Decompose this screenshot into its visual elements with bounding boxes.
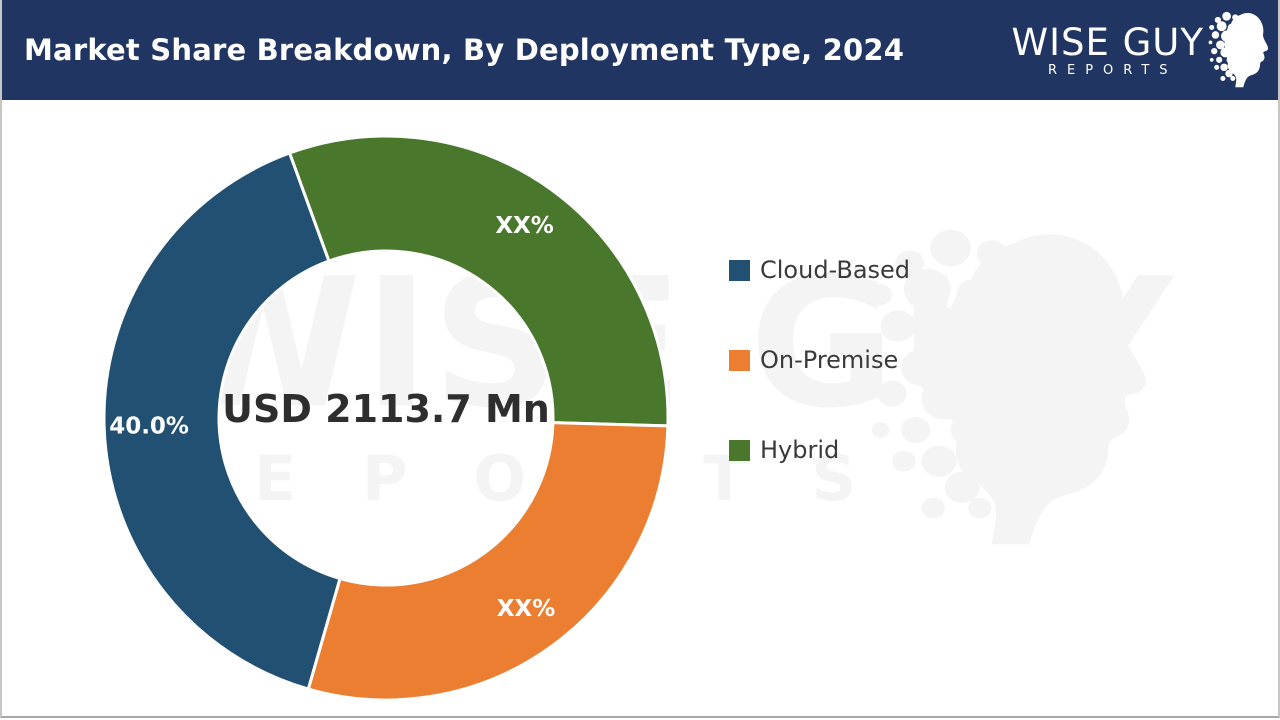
wise-guy-logo: WISE GUY REPORTS — [1012, 6, 1270, 94]
slice-label-cloud-based: 40.0% — [109, 413, 189, 439]
legend-swatch-cloud-based — [729, 259, 750, 281]
chart-title: Market Share Breakdown, By Deployment Ty… — [24, 33, 905, 67]
legend-label: Hybrid — [760, 436, 840, 464]
header: Market Share Breakdown, By Deployment Ty… — [0, 0, 1280, 100]
legend-item-cloud-based: Cloud-Based — [729, 257, 910, 283]
logo-wordmark: WISE GUY — [1011, 20, 1204, 64]
wise-guy-face-icon — [1208, 10, 1270, 91]
legend-label: On-Premise — [760, 346, 899, 374]
slice-label-hybrid: XX% — [495, 213, 554, 239]
donut-center-value: USD 2113.7 Mn — [222, 387, 550, 431]
donut-slice-hybrid — [288, 134, 670, 428]
logo-subtext: REPORTS — [1047, 62, 1178, 78]
legend-label: Cloud-Based — [760, 256, 911, 284]
legend-item-on-premise: On-Premise — [729, 347, 910, 373]
logo-text: WISE GUY REPORTS — [1012, 24, 1204, 77]
legend-item-hybrid: Hybrid — [729, 437, 910, 463]
chart-area: WISE GUY REPORTS XX% XX% 40.0% USD 2113.7 … — [0, 100, 1280, 720]
legend-swatch-on-premise — [729, 349, 750, 371]
donut-slice-on-premise — [306, 421, 670, 702]
legend: Cloud-Based On-Premise Hybrid — [729, 257, 910, 463]
slice-label-on-premise: XX% — [497, 596, 556, 622]
donut-chart: XX% XX% 40.0% USD 2113.7 Mn — [102, 134, 670, 702]
legend-swatch-hybrid — [729, 439, 750, 461]
